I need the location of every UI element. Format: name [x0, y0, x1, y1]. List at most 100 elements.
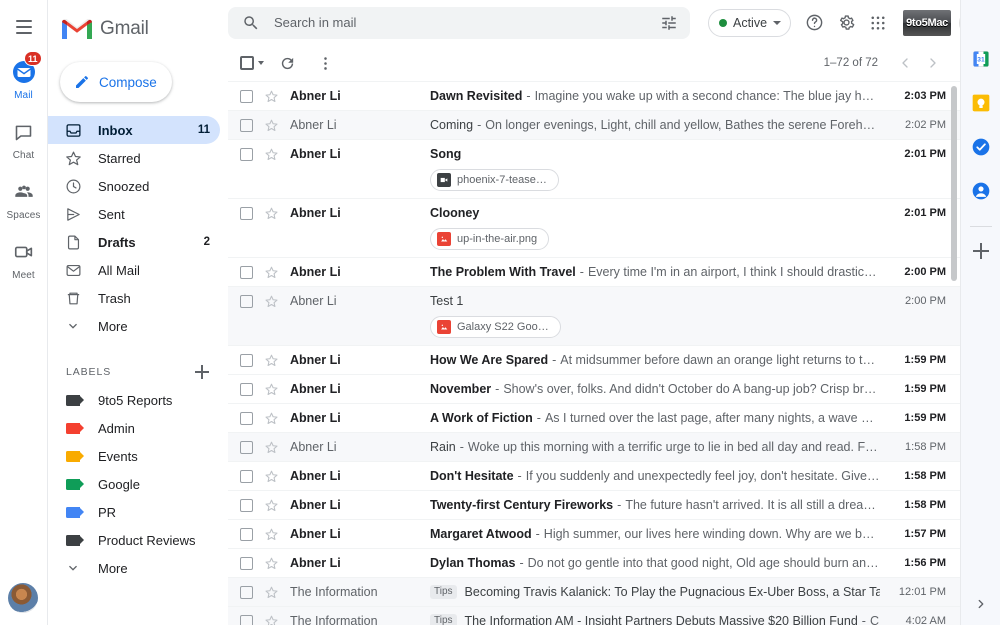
calendar-icon[interactable]: 31 — [970, 48, 992, 70]
star-icon[interactable] — [264, 607, 290, 625]
star-icon[interactable] — [264, 404, 290, 432]
gear-icon[interactable] — [831, 8, 861, 38]
more-vert-icon[interactable] — [310, 48, 340, 78]
table-row[interactable]: The Information Tips Becoming Travis Kalan… — [228, 578, 960, 607]
table-row[interactable]: Abner Li Twenty-first Century Fireworks - T… — [228, 491, 960, 520]
row-checkbox[interactable] — [240, 199, 264, 227]
sidebar-item-trash[interactable]: Trash — [48, 284, 220, 312]
help-icon[interactable] — [799, 8, 829, 38]
plus-icon[interactable] — [972, 243, 989, 259]
row-checkbox[interactable] — [240, 111, 264, 139]
sidebar-label-pr[interactable]: PR — [48, 498, 220, 526]
row-checkbox[interactable] — [240, 462, 264, 490]
star-icon[interactable] — [264, 287, 290, 315]
table-row[interactable]: Abner Li Don't Hesitate - If you suddenly a… — [228, 462, 960, 491]
chevron-right-icon[interactable] — [920, 50, 946, 76]
avatar[interactable] — [8, 583, 38, 613]
checkbox-icon — [240, 89, 253, 103]
brand-logo[interactable]: 9to5Mac — [903, 9, 952, 36]
star-icon[interactable] — [264, 140, 290, 168]
row-checkbox[interactable] — [240, 375, 264, 403]
star-icon[interactable] — [264, 258, 290, 286]
rail-item-chat[interactable]: Chat — [0, 116, 48, 161]
row-checkbox[interactable] — [240, 140, 264, 168]
row-checkbox[interactable] — [240, 258, 264, 286]
sidebar-label-9to5-reports[interactable]: 9to5 Reports — [48, 386, 220, 414]
sidebar-item-all-mail[interactable]: All Mail — [48, 256, 220, 284]
sidebar-item-more[interactable]: More — [48, 312, 220, 340]
table-row[interactable]: Abner Li Dylan Thomas - Do not go gentle in… — [228, 549, 960, 578]
table-row[interactable]: Abner Li Test 1 Galaxy S22 Goo… 2:00 PM — [228, 287, 960, 346]
contacts-icon[interactable] — [970, 180, 992, 202]
search-bar[interactable] — [228, 6, 690, 39]
keep-icon[interactable] — [970, 92, 992, 114]
star-icon[interactable] — [264, 82, 290, 110]
attachment-chip[interactable]: Galaxy S22 Goo… — [430, 316, 561, 338]
sidebar-item-labels-more[interactable]: More — [48, 554, 220, 582]
sidebar-item-inbox[interactable]: Inbox 11 — [48, 116, 220, 144]
row-checkbox[interactable] — [240, 578, 264, 606]
table-row[interactable]: Abner Li Rain - Woke up this morning with a… — [228, 433, 960, 462]
table-row[interactable]: Abner Li How We Are Spared - At midsummer b… — [228, 346, 960, 375]
row-checkbox[interactable] — [240, 549, 264, 577]
tasks-icon[interactable] — [970, 136, 992, 158]
list-scrollbar[interactable] — [950, 82, 958, 625]
table-row[interactable]: Abner Li The Problem With Travel - Every ti… — [228, 258, 960, 287]
sidebar-label-admin[interactable]: Admin — [48, 414, 220, 442]
star-icon[interactable] — [264, 199, 290, 227]
star-icon[interactable] — [264, 549, 290, 577]
apps-grid-icon[interactable] — [863, 8, 893, 38]
star-icon[interactable] — [264, 111, 290, 139]
email-subject: Margaret Atwood — [430, 527, 532, 541]
sidebar-item-count: 2 — [203, 236, 210, 248]
attachment-chip[interactable]: up-in-the-air.png — [430, 228, 550, 250]
rail-item-mail[interactable]: 11 Mail — [0, 51, 48, 101]
row-checkbox[interactable] — [240, 520, 264, 548]
star-icon[interactable] — [264, 520, 290, 548]
row-checkbox[interactable] — [240, 287, 264, 315]
refresh-icon[interactable] — [272, 48, 302, 78]
gmail-logo[interactable]: Gmail — [48, 8, 228, 44]
compose-button[interactable]: Compose — [60, 62, 172, 102]
table-row[interactable]: The Information Tips The Information AM - … — [228, 607, 960, 625]
row-checkbox[interactable] — [240, 607, 264, 625]
sidebar-label-product-reviews[interactable]: Product Reviews — [48, 526, 220, 554]
plus-icon[interactable] — [194, 364, 210, 380]
sidebar-item-snoozed[interactable]: Snoozed — [48, 172, 220, 200]
star-icon[interactable] — [264, 433, 290, 461]
rail-item-meet[interactable]: Meet — [0, 236, 48, 281]
row-checkbox[interactable] — [240, 404, 264, 432]
row-checkbox[interactable] — [240, 346, 264, 374]
search-input[interactable] — [274, 15, 660, 30]
row-checkbox[interactable] — [240, 82, 264, 110]
sidebar-label-events[interactable]: Events — [48, 442, 220, 470]
star-icon[interactable] — [264, 491, 290, 519]
row-checkbox[interactable] — [240, 433, 264, 461]
sidebar-label-google[interactable]: Google — [48, 470, 220, 498]
star-icon[interactable] — [264, 375, 290, 403]
table-row[interactable]: Abner Li Margaret Atwood - High summer, our… — [228, 520, 960, 549]
chevron-left-icon[interactable] — [892, 50, 918, 76]
table-row[interactable]: Abner Li November - Show's over, folks. And… — [228, 375, 960, 404]
hamburger-icon[interactable] — [9, 12, 39, 42]
star-icon[interactable] — [264, 578, 290, 606]
tune-icon[interactable] — [660, 14, 678, 32]
star-icon[interactable] — [264, 462, 290, 490]
sidebar-item-sent[interactable]: Sent — [48, 200, 220, 228]
star-icon[interactable] — [264, 346, 290, 374]
status-chip[interactable]: Active — [708, 8, 792, 37]
table-row[interactable]: Abner Li Coming - On longer evenings, Light… — [228, 111, 960, 140]
attachment-name: up-in-the-air.png — [457, 233, 538, 245]
scrollbar-thumb[interactable] — [951, 86, 957, 281]
chevron-right-icon[interactable] — [974, 597, 988, 611]
table-row[interactable]: Abner Li A Work of Fiction - As I turned ov… — [228, 404, 960, 433]
attachment-chip[interactable]: phoenix-7-tease… — [430, 169, 559, 191]
row-checkbox[interactable] — [240, 491, 264, 519]
table-row[interactable]: Abner Li Song phoenix-7-tease… 2:01 PM — [228, 140, 960, 199]
table-row[interactable]: Abner Li Dawn Revisited - Imagine you wake … — [228, 82, 960, 111]
select-all-checkbox[interactable] — [240, 56, 264, 70]
sidebar-item-drafts[interactable]: Drafts 2 — [48, 228, 220, 256]
rail-item-spaces[interactable]: Spaces — [0, 176, 48, 221]
sidebar-item-starred[interactable]: Starred — [48, 144, 220, 172]
table-row[interactable]: Abner Li Clooney up-in-the-air.png 2:01 PM — [228, 199, 960, 258]
